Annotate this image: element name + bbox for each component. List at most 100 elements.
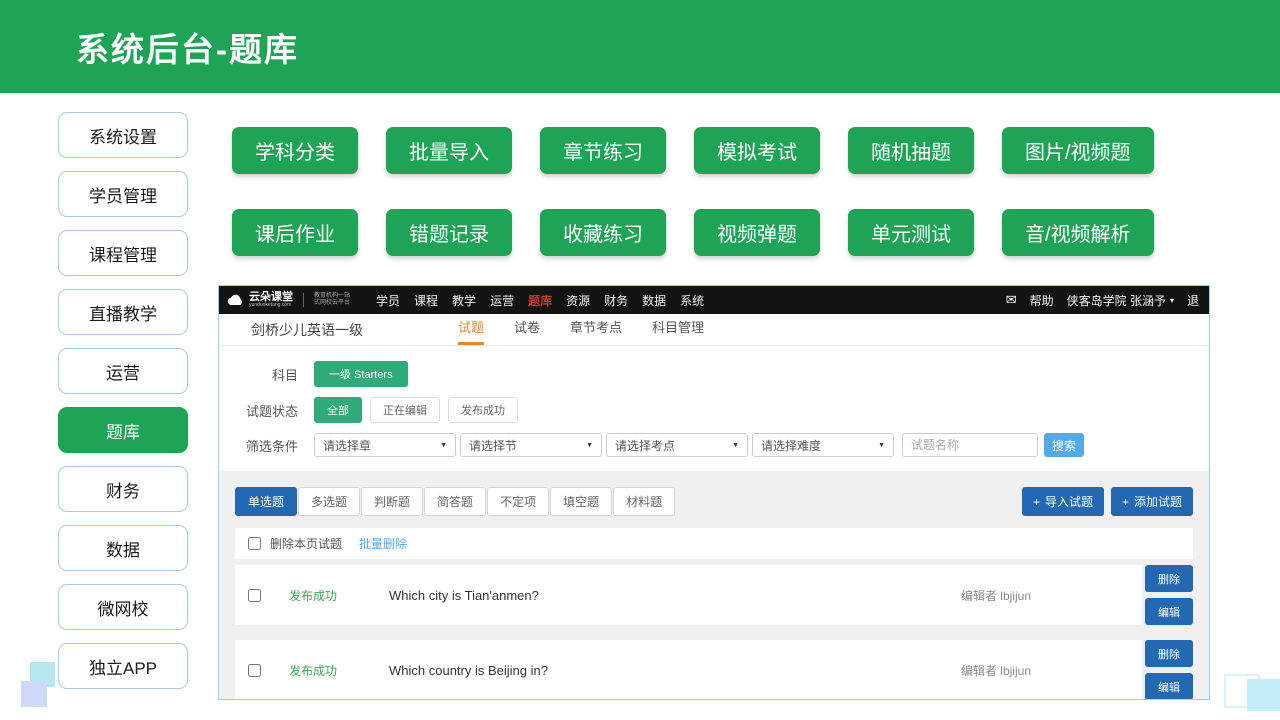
status-published-button[interactable]: 发布成功 — [448, 397, 518, 423]
question-row-main: 发布成功 Which country is Beijing in? 编辑者 lb… — [235, 640, 1142, 700]
nav-item-teaching[interactable]: 教学 — [452, 292, 476, 309]
admin-topnav: 云朵课堂 yunduoketang.com 教育机构一站 式网校云平台 学员 课… — [219, 286, 1209, 314]
tab-papers[interactable]: 试卷 — [514, 314, 540, 345]
question-type-toolbar: 单选题 多选题 判断题 简答题 不定项 填空题 材料题 + 导入试题 + 添加试… — [235, 471, 1193, 516]
status-badge: 发布成功 — [289, 662, 357, 679]
sidebar-item-live-teaching[interactable]: 直播教学 — [58, 289, 188, 335]
chevron-down-icon: ▼ — [732, 442, 739, 449]
question-list-area: 单选题 多选题 判断题 简答题 不定项 填空题 材料题 + 导入试题 + 添加试… — [219, 471, 1209, 700]
qtype-fill-blank[interactable]: 填空题 — [550, 487, 612, 516]
chevron-down-icon: ▼ — [878, 442, 885, 449]
logo-tagline: 教育机构一站 式网校云平台 — [314, 293, 350, 307]
sidebar-item-operations[interactable]: 运营 — [58, 348, 188, 394]
search-button[interactable]: 搜索 — [1044, 433, 1084, 457]
feature-unit-test[interactable]: 单元测试 — [848, 209, 974, 256]
nav-item-students[interactable]: 学员 — [376, 292, 400, 309]
tab-questions[interactable]: 试题 — [458, 314, 484, 345]
tab-subject-management[interactable]: 科目管理 — [652, 314, 704, 345]
qtype-short-answer[interactable]: 简答题 — [424, 487, 486, 516]
delete-page-bar: 删除本页试题 批量删除 — [235, 528, 1193, 559]
difficulty-select-value: 请选择难度 — [761, 437, 821, 454]
edit-button[interactable]: 编辑 — [1145, 598, 1193, 625]
nav-item-resources[interactable]: 资源 — [566, 292, 590, 309]
add-question-button[interactable]: + 添加试题 — [1111, 487, 1193, 516]
qtype-true-false[interactable]: 判断题 — [361, 487, 423, 516]
row-checkbox[interactable] — [248, 589, 261, 602]
select-all-checkbox[interactable] — [248, 537, 261, 550]
row-checkbox[interactable] — [248, 664, 261, 677]
feature-homework[interactable]: 课后作业 — [232, 209, 358, 256]
nav-item-finance[interactable]: 财务 — [604, 292, 628, 309]
feature-mock-exam[interactable]: 模拟考试 — [694, 127, 820, 174]
tab-chapter-points[interactable]: 章节考点 — [570, 314, 622, 345]
edit-button[interactable]: 编辑 — [1145, 673, 1193, 700]
status-badge: 发布成功 — [289, 587, 357, 604]
page-banner: 系统后台-题库 — [0, 0, 1280, 93]
delete-button[interactable]: 删除 — [1145, 565, 1193, 592]
nav-item-courses[interactable]: 课程 — [414, 292, 438, 309]
decorative-square — [1247, 679, 1280, 711]
nav-item-data[interactable]: 数据 — [642, 292, 666, 309]
qtype-single-choice[interactable]: 单选题 — [235, 487, 297, 516]
filter-row-conditions: 筛选条件 请选择章 ▼ 请选择节 ▼ 请选择考点 ▼ 请选择难度 ▼ 搜索 — [219, 433, 1209, 457]
sidebar-item-micro-school[interactable]: 微网校 — [58, 584, 188, 630]
batch-delete-link[interactable]: 批量删除 — [359, 535, 407, 552]
filter-row-status: 试题状态 全部 正在编辑 发布成功 — [219, 397, 1209, 423]
difficulty-select[interactable]: 请选择难度 ▼ — [752, 433, 894, 457]
point-select[interactable]: 请选择考点 ▼ — [606, 433, 748, 457]
feature-batch-import[interactable]: 批量导入 — [386, 127, 512, 174]
status-all-button[interactable]: 全部 — [314, 397, 362, 423]
import-questions-button[interactable]: + 导入试题 — [1022, 487, 1104, 516]
delete-button[interactable]: 删除 — [1145, 640, 1193, 667]
chevron-down-icon: ▼ — [440, 442, 447, 449]
plus-icon: + — [1122, 495, 1129, 509]
logo[interactable]: 云朵课堂 yunduoketang.com 教育机构一站 式网校云平台 — [227, 292, 350, 308]
question-row: 发布成功 Which country is Beijing in? 编辑者 lb… — [235, 640, 1193, 700]
subject-tag[interactable]: 一级 Starters — [314, 361, 408, 387]
mail-icon[interactable]: ✉ — [1006, 292, 1017, 308]
feature-random-draw[interactable]: 随机抽题 — [848, 127, 974, 174]
qtype-multi-choice[interactable]: 多选题 — [298, 487, 360, 516]
sidebar: 系统设置 学员管理 课程管理 直播教学 运营 题库 财务 数据 微网校 独立AP… — [58, 112, 188, 689]
account-name: 侠客岛学院 张涵予 — [1067, 292, 1166, 309]
status-editing-button[interactable]: 正在编辑 — [370, 397, 440, 423]
section-select[interactable]: 请选择节 ▼ — [460, 433, 602, 457]
sidebar-item-data[interactable]: 数据 — [58, 525, 188, 571]
logo-divider — [303, 293, 304, 307]
qtype-indefinite[interactable]: 不定项 — [487, 487, 549, 516]
question-name-input[interactable] — [902, 433, 1038, 457]
sidebar-item-student-management[interactable]: 学员管理 — [58, 171, 188, 217]
qtype-material[interactable]: 材料题 — [613, 487, 675, 516]
editor-info: 编辑者 lbjijun — [961, 662, 1031, 679]
nav-item-operations[interactable]: 运营 — [490, 292, 514, 309]
feature-video-popup-question[interactable]: 视频弹题 — [694, 209, 820, 256]
sidebar-item-system-settings[interactable]: 系统设置 — [58, 112, 188, 158]
admin-subnav: 剑桥少儿英语一级 试题 试卷 章节考点 科目管理 — [219, 314, 1209, 346]
feature-wrong-question-record[interactable]: 错题记录 — [386, 209, 512, 256]
sidebar-item-finance[interactable]: 财务 — [58, 466, 188, 512]
feature-audio-video-analysis[interactable]: 音/视频解析 — [1002, 209, 1154, 256]
feature-favorite-practice[interactable]: 收藏练习 — [540, 209, 666, 256]
account-menu[interactable]: 侠客岛学院 张涵予 ▾ — [1067, 292, 1174, 309]
status-label: 试题状态 — [219, 401, 298, 420]
sidebar-item-question-bank[interactable]: 题库 — [58, 407, 188, 453]
feature-chapter-practice[interactable]: 章节练习 — [540, 127, 666, 174]
logo-text: 云朵课堂 — [249, 292, 293, 302]
tagline-line1: 教育机构一站 — [314, 293, 350, 300]
sidebar-item-course-management[interactable]: 课程管理 — [58, 230, 188, 276]
feature-image-video-question[interactable]: 图片/视频题 — [1002, 127, 1154, 174]
topnav-menu: 学员 课程 教学 运营 题库 资源 财务 数据 系统 — [376, 292, 704, 309]
logout-link[interactable]: 退 — [1187, 292, 1199, 309]
chapter-select-value: 请选择章 — [323, 437, 371, 454]
nav-item-system[interactable]: 系统 — [680, 292, 704, 309]
chevron-down-icon: ▾ — [1170, 296, 1174, 305]
help-link[interactable]: 帮助 — [1030, 292, 1054, 309]
sidebar-item-standalone-app[interactable]: 独立APP — [58, 643, 188, 689]
question-row: 发布成功 Which city is Tian'anmen? 编辑者 lbjij… — [235, 565, 1193, 625]
logo-subtext: yunduoketang.com — [249, 302, 293, 308]
filter-section: 科目 一级 Starters 试题状态 全部 正在编辑 发布成功 筛选条件 请选… — [219, 346, 1209, 471]
nav-item-question-bank[interactable]: 题库 — [528, 292, 552, 309]
chapter-select[interactable]: 请选择章 ▼ — [314, 433, 456, 457]
question-row-main: 发布成功 Which city is Tian'anmen? 编辑者 lbjij… — [235, 565, 1142, 625]
feature-subject-category[interactable]: 学科分类 — [232, 127, 358, 174]
